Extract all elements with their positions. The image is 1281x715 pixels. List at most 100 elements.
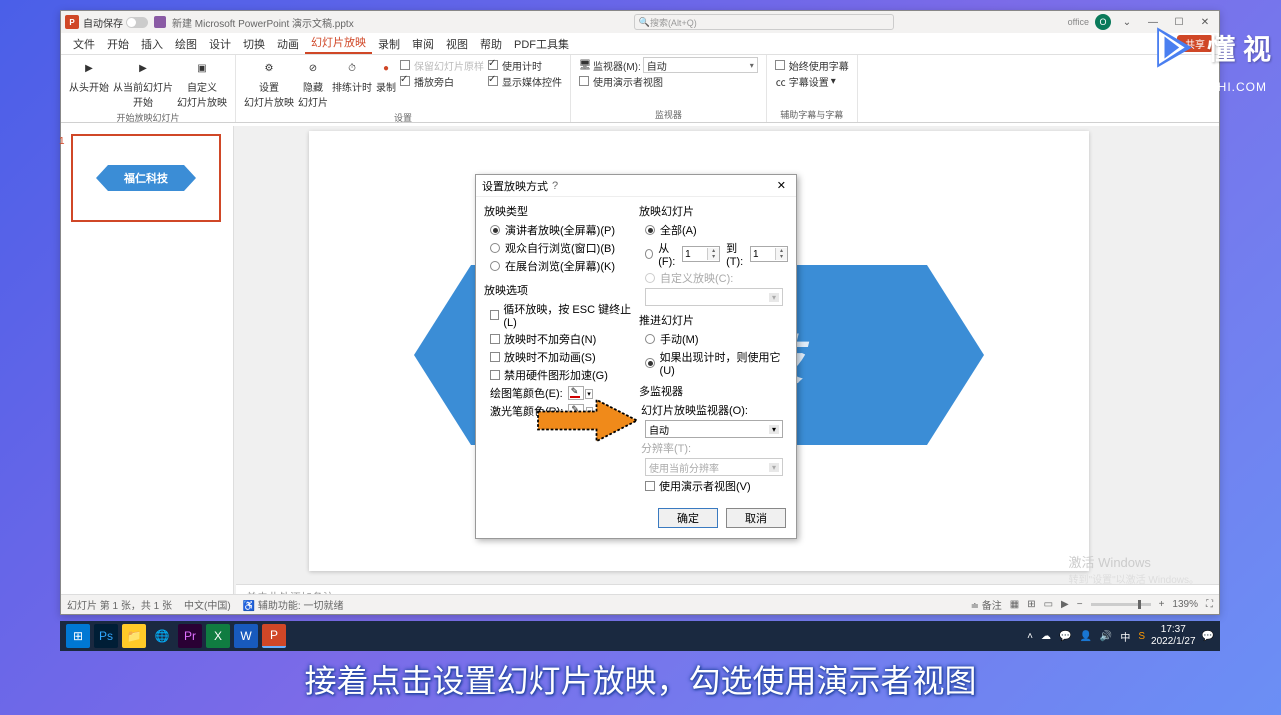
from-spinner[interactable]: ▴▾ <box>682 246 720 262</box>
menu-insert[interactable]: 插入 <box>135 36 169 52</box>
show-media-checkbox[interactable]: 显示媒体控件 <box>488 74 562 88</box>
from-current-button[interactable]: ▶从当前幻灯片 开始 <box>113 58 173 109</box>
spin-down-icon[interactable]: ▾ <box>776 254 787 260</box>
check-disable-hw[interactable]: 禁用硬件图形加速(G) <box>490 367 633 383</box>
slide-thumbnail-1[interactable]: 福仁科技 <box>71 134 221 222</box>
custom-slideshow-button[interactable]: ▣自定义 幻灯片放映 <box>177 58 227 109</box>
notes-button[interactable]: ≐ 备注 <box>971 597 1002 612</box>
checkbox-icon <box>400 60 410 70</box>
search-input[interactable]: 🔍 搜索(Alt+Q) <box>634 14 894 30</box>
share-button[interactable]: 共享 <box>1177 35 1213 52</box>
menu-transitions[interactable]: 切换 <box>237 36 271 52</box>
tray-cloud-icon[interactable]: ☁ <box>1039 631 1053 642</box>
close-button[interactable]: ✕ <box>1195 17 1215 28</box>
radio-from-to[interactable]: 从(F): ▴▾ 到(T): ▴▾ <box>645 240 788 268</box>
monitor-combo[interactable]: 自动▾ <box>643 57 758 73</box>
always-subtitle-checkbox[interactable]: 始终使用字幕 <box>775 58 849 72</box>
minimize-button[interactable]: — <box>1143 17 1163 28</box>
dialog-help-button[interactable]: ? <box>548 180 562 192</box>
use-timings-checkbox[interactable]: 使用计时 <box>488 58 562 72</box>
menu-view[interactable]: 视图 <box>440 36 474 52</box>
menu-slideshow[interactable]: 幻灯片放映 <box>305 34 372 54</box>
slide-number: 1 <box>59 136 65 147</box>
language-indicator[interactable]: 中文(中国) <box>184 597 231 612</box>
check-no-animation[interactable]: 放映时不加动画(S) <box>490 349 633 365</box>
ribbon-options-icon[interactable]: ⌄ <box>1117 17 1137 28</box>
play-narration-checkbox[interactable]: 播放旁白 <box>400 74 484 88</box>
radio-all-slides[interactable]: 全部(A) <box>645 222 788 238</box>
taskbar-powerpoint[interactable]: P <box>262 624 286 648</box>
zoom-out-button[interactable]: − <box>1077 599 1083 610</box>
dialog-titlebar: 设置放映方式 ? ✕ <box>476 175 796 197</box>
toggle-switch[interactable] <box>126 17 148 28</box>
taskbar-clock[interactable]: 17:37 2022/1/27 <box>1151 624 1196 648</box>
custom-show-icon: ▣ <box>192 58 212 78</box>
tray-wechat-icon[interactable]: 💬 <box>1057 631 1073 642</box>
radio-kiosk[interactable]: 在展台浏览(全屏幕)(K) <box>490 258 633 274</box>
menu-animations[interactable]: 动画 <box>271 36 305 52</box>
menu-file[interactable]: 文件 <box>67 36 101 52</box>
to-spinner[interactable]: ▴▾ <box>750 246 788 262</box>
check-loop[interactable]: 循环放映，按 ESC 键终止(L) <box>490 301 633 329</box>
taskbar-word[interactable]: W <box>234 624 258 648</box>
radio-icon <box>645 225 655 235</box>
taskbar-chrome[interactable]: 🌐 <box>150 624 174 648</box>
taskbar-excel[interactable]: X <box>206 624 230 648</box>
menu-record[interactable]: 录制 <box>372 36 406 52</box>
tray-sogou-icon[interactable]: Ѕ <box>1136 631 1147 642</box>
rehearse-button[interactable]: ⏱排练计时 <box>332 58 372 94</box>
taskbar-premiere[interactable]: Pr <box>178 624 202 648</box>
zoom-level[interactable]: 139% <box>1172 599 1198 610</box>
monitor-select[interactable]: 🖥监视器(M):自动▾ <box>579 58 758 72</box>
menu-design[interactable]: 设计 <box>203 36 237 52</box>
taskbar-photoshop[interactable]: Ps <box>94 624 118 648</box>
ok-button[interactable]: 确定 <box>658 508 718 528</box>
radio-icon <box>645 273 655 283</box>
record-button[interactable]: ●录制 <box>376 58 396 94</box>
fit-to-window-icon[interactable]: ⛶ <box>1206 599 1213 610</box>
hide-slide-button[interactable]: ⊘隐藏 幻灯片 <box>298 58 328 109</box>
tray-volume-icon[interactable]: 🔊 <box>1098 631 1114 642</box>
normal-view-icon[interactable]: ▦ <box>1010 599 1019 610</box>
zoom-slider[interactable] <box>1091 603 1151 606</box>
radio-use-timings[interactable]: 如果出现计时，则使用它(U) <box>645 349 788 377</box>
menu-draw[interactable]: 绘图 <box>169 36 203 52</box>
keep-ink-checkbox[interactable]: 保留幻灯片原样 <box>400 58 484 72</box>
tray-ime-label[interactable]: 中 <box>1118 629 1132 644</box>
autosave-toggle[interactable]: 自动保存 <box>83 15 148 30</box>
tray-notification-icon[interactable]: 💬 <box>1200 631 1216 642</box>
check-presenter-view[interactable]: 使用演示者视图(V) <box>645 478 788 494</box>
taskbar-explorer[interactable]: 📁 <box>122 624 146 648</box>
subtitle-settings-button[interactable]: ㏄字幕设置 ▾ <box>775 74 849 88</box>
maximize-button[interactable]: ☐ <box>1169 17 1189 28</box>
reading-view-icon[interactable]: ▭ <box>1044 599 1053 610</box>
slideshow-view-icon[interactable]: ▶ <box>1061 599 1069 610</box>
accessibility-status[interactable]: ♿ 辅助功能: 一切就绪 <box>243 597 344 612</box>
checkbox-icon <box>490 352 500 362</box>
tray-chevron-icon[interactable]: ˄ <box>1025 631 1035 642</box>
account-avatar[interactable]: O <box>1095 14 1111 30</box>
menu-review[interactable]: 审阅 <box>406 36 440 52</box>
start-button[interactable]: ⊞ <box>66 624 90 648</box>
save-icon[interactable] <box>154 16 166 28</box>
from-beginning-button[interactable]: ▶从头开始 <box>69 58 109 94</box>
spin-down-icon[interactable]: ▾ <box>708 254 719 260</box>
radio-speaker[interactable]: 演讲者放映(全屏幕)(P) <box>490 222 633 238</box>
menu-home[interactable]: 开始 <box>101 36 135 52</box>
tray-people-icon[interactable]: 👤 <box>1077 631 1093 642</box>
setup-slideshow-button[interactable]: ⚙设置 幻灯片放映 <box>244 58 294 109</box>
sorter-view-icon[interactable]: ⊞ <box>1027 599 1035 610</box>
monitor-select[interactable]: 自动▾ <box>645 420 783 438</box>
presenter-view-checkbox[interactable]: 使用演示者视图 <box>579 74 758 88</box>
cancel-button[interactable]: 取消 <box>726 508 786 528</box>
dialog-close-button[interactable]: ✕ <box>773 179 790 192</box>
checkbox-icon <box>775 60 785 70</box>
check-no-narration[interactable]: 放映时不加旁白(N) <box>490 331 633 347</box>
radio-browsed[interactable]: 观众自行浏览(窗口)(B) <box>490 240 633 256</box>
zoom-in-button[interactable]: + <box>1159 599 1165 610</box>
radio-manual[interactable]: 手动(M) <box>645 331 788 347</box>
menu-pdf[interactable]: PDF工具集 <box>508 36 575 52</box>
checkbox-icon <box>488 60 498 70</box>
ribbon: ▶从头开始 ▶从当前幻灯片 开始 ▣自定义 幻灯片放映 开始放映幻灯片 ⚙设置 … <box>61 55 1219 123</box>
menu-help[interactable]: 帮助 <box>474 36 508 52</box>
